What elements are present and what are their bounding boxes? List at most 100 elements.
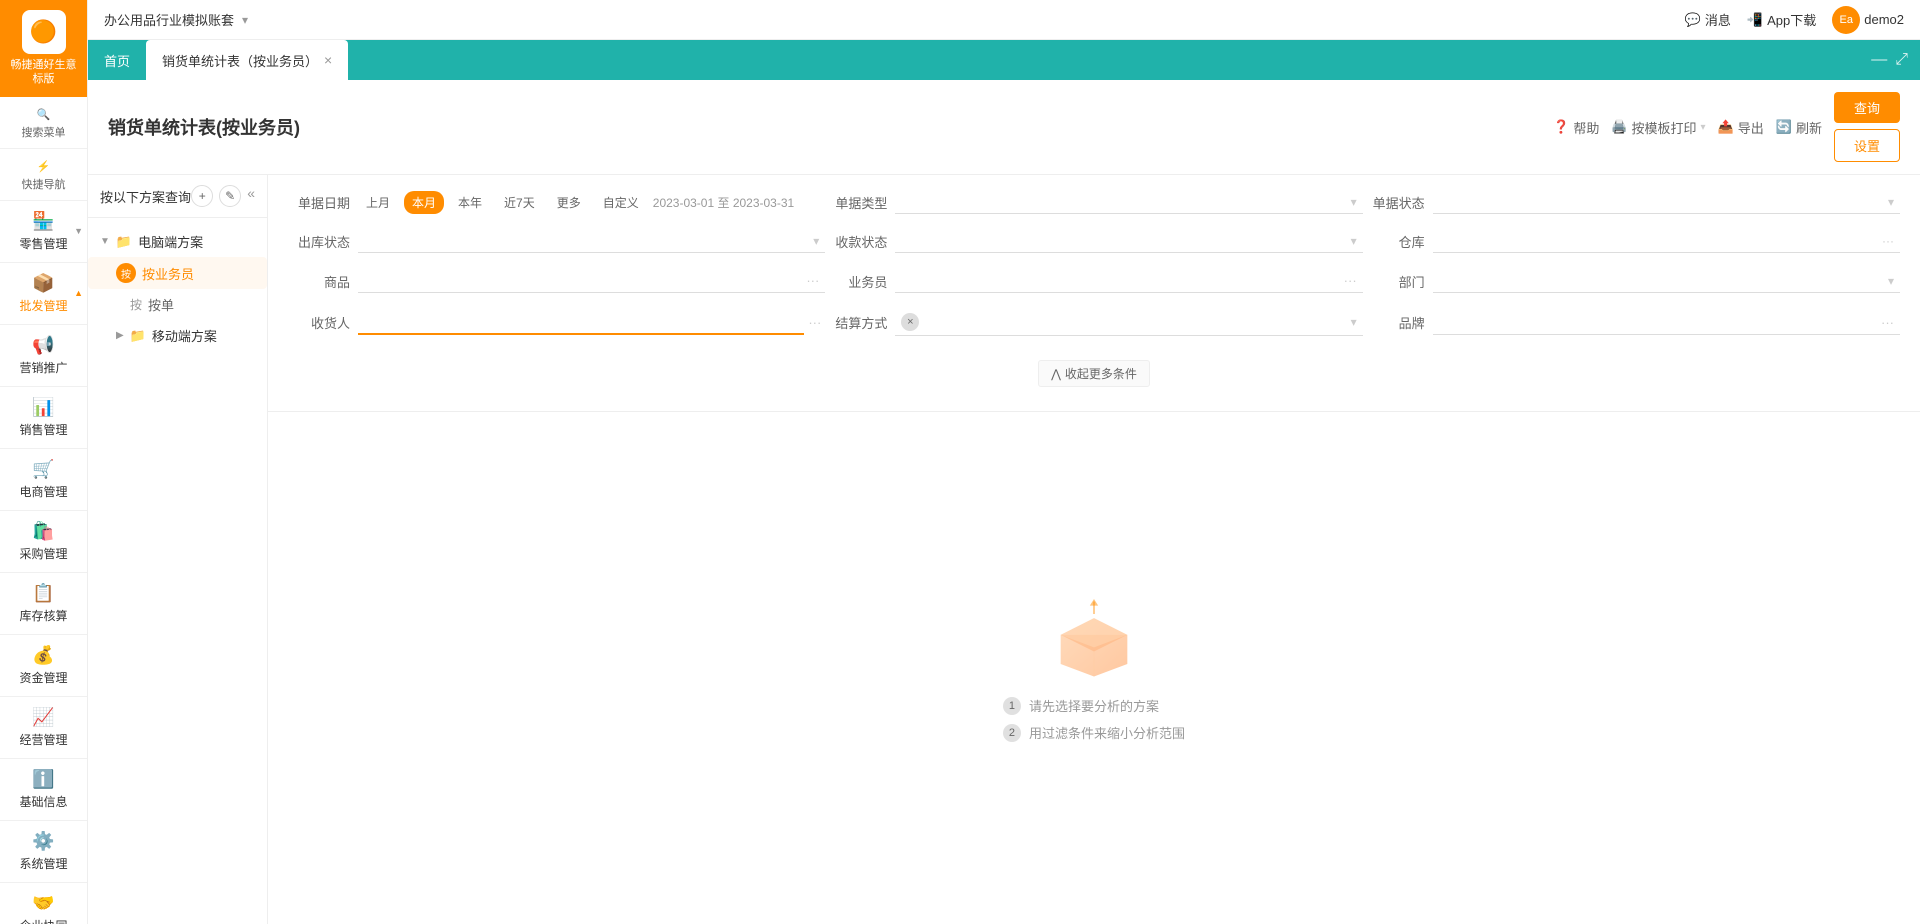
sidebar-item-retail[interactable]: 🏪 零售管理 ▼	[0, 201, 87, 263]
sidebar-item-purchase[interactable]: 🛍️ 采购管理	[0, 511, 87, 573]
date-btn-last-month[interactable]: 上月	[358, 191, 398, 214]
tab-minimize-icon[interactable]: —	[1871, 51, 1887, 69]
tree-expand-icon: ▼	[100, 236, 110, 247]
page-title: 销货单统计表(按业务员)	[108, 114, 300, 152]
topbar-dropdown-icon[interactable]: ▾	[242, 13, 248, 27]
receiver-dots[interactable]: ···	[804, 311, 825, 334]
message-btn[interactable]: 💬 消息	[1685, 10, 1731, 29]
filter-receiver: 收货人 ···	[288, 310, 825, 335]
tab-close-icon[interactable]: ×	[324, 52, 332, 68]
sidebar-item-marketing[interactable]: 📢 营销推广	[0, 325, 87, 387]
filter-goods: 商品 ···	[288, 269, 825, 293]
print-btn[interactable]: 🖨️ 按模板打印 ▾	[1611, 118, 1705, 137]
doc-status-select[interactable]: ▾	[1433, 191, 1900, 214]
doc-status-arrow: ▾	[1888, 195, 1894, 209]
tree-root-mobile[interactable]: ▶ 📁 移动端方案	[88, 320, 267, 351]
date-btn-last-7days[interactable]: 近7天	[496, 191, 543, 214]
page-header: 销货单统计表(按业务员) ❓ 帮助 🖨️ 按模板打印 ▾ 📤 导出 🔄 刷	[88, 80, 1920, 175]
date-label: 单据日期	[288, 193, 358, 212]
query-button[interactable]: 查询	[1834, 92, 1900, 123]
sidebar-item-shortcut[interactable]: ⚡ 快捷导航	[0, 149, 87, 201]
retail-icon: 🏪	[32, 211, 54, 232]
tree-child-by-salesperson[interactable]: 按 按业务员	[88, 257, 267, 289]
right-panel: 单据日期 上月 本月 本年 近7天 更多 自定义 2023-03-01 至 20…	[268, 175, 1920, 924]
left-panel-header: 按以下方案查询 + ✎ «	[88, 175, 267, 218]
print-arrow: ▾	[1701, 122, 1706, 133]
settlement-clear-btn[interactable]: ×	[901, 313, 919, 331]
refresh-btn[interactable]: 🔄 刷新	[1776, 118, 1822, 137]
search-icon: 🔍	[37, 108, 51, 121]
warehouse-select[interactable]: ···	[1433, 230, 1900, 253]
out-status-select[interactable]: ▾	[358, 230, 825, 253]
left-panel-tools: + ✎ «	[191, 185, 255, 207]
body-area: 按以下方案查询 + ✎ « ▼ 📁 电脑端方案 按 按业务员	[88, 175, 1920, 924]
tab-sales-report-label: 销货单统计表（按业务员）	[162, 51, 318, 70]
settlement-select[interactable]: × ▾	[895, 309, 1362, 336]
filter-settlement: 结算方式 × ▾	[825, 309, 1362, 336]
tab-maximize-icon[interactable]: ⤢	[1895, 51, 1908, 69]
topbar: 办公用品行业模拟账套 ▾ 💬 消息 📲 App下载 Ea demo2	[88, 0, 1920, 40]
settings-button[interactable]: 设置	[1834, 129, 1900, 162]
goods-label: 商品	[288, 272, 358, 291]
add-scheme-btn[interactable]: +	[191, 185, 213, 207]
empty-tip-1: 1 请先选择要分析的方案	[1003, 696, 1185, 715]
app-download-btn[interactable]: 📲 App下载	[1747, 10, 1816, 29]
collapse-btn-row: ⋀ 收起更多条件	[288, 352, 1900, 395]
collapse-more-conditions-btn[interactable]: ⋀ 收起更多条件	[1038, 360, 1150, 387]
goods-select[interactable]: ···	[358, 269, 825, 293]
payment-status-label: 收款状态	[825, 232, 895, 251]
tree-grandchild-by-order[interactable]: 按 按单	[88, 289, 267, 320]
tree-root-desktop[interactable]: ▼ 📁 电脑端方案	[88, 226, 267, 257]
sidebar-item-search[interactable]: 🔍 搜索菜单	[0, 97, 87, 149]
department-label: 部门	[1363, 272, 1433, 291]
receiver-label: 收货人	[288, 313, 358, 332]
collapse-panel-btn[interactable]: «	[247, 185, 255, 207]
date-btn-more[interactable]: 更多	[549, 191, 589, 214]
tab-home[interactable]: 首页	[88, 40, 146, 80]
sidebar-shortcut-label: 快捷导航	[22, 176, 66, 192]
left-panel-title: 按以下方案查询	[100, 187, 191, 206]
tip-num-1: 1	[1003, 697, 1021, 715]
receiver-input[interactable]	[358, 310, 804, 335]
date-btn-custom[interactable]: 自定义	[595, 191, 647, 214]
user-label: demo2	[1864, 12, 1904, 27]
operations-icon: 📈	[32, 707, 54, 728]
sidebar-item-enterprise[interactable]: 🤝 企业协同	[0, 883, 87, 924]
sidebar-logo: 🟠 畅捷通好生意标版	[0, 0, 87, 97]
help-icon: ❓	[1553, 119, 1569, 135]
doc-type-select[interactable]: ▾	[895, 191, 1362, 214]
date-btn-this-month[interactable]: 本月	[404, 191, 444, 214]
sidebar: 🟠 畅捷通好生意标版 🔍 搜索菜单 ⚡ 快捷导航 🏪 零售管理 ▼ 📦 批发管理…	[0, 0, 88, 924]
sales-icon: 📊	[32, 397, 54, 418]
sidebar-item-inventory[interactable]: 📋 库存核算	[0, 573, 87, 635]
sidebar-item-sales[interactable]: 📊 销售管理	[0, 387, 87, 449]
sidebar-item-system[interactable]: ⚙️ 系统管理	[0, 821, 87, 883]
salesperson-select[interactable]: ···	[895, 269, 1362, 293]
date-btn-this-year[interactable]: 本年	[450, 191, 490, 214]
brand-select[interactable]: ···	[1433, 311, 1900, 335]
tree-child-order-label: 按单	[148, 295, 174, 314]
logo-icon: 🟠	[22, 10, 66, 54]
sidebar-item-ecommerce[interactable]: 🛒 电商管理	[0, 449, 87, 511]
topbar-title: 办公用品行业模拟账套	[104, 10, 234, 29]
payment-status-select[interactable]: ▾	[895, 230, 1362, 253]
tree-child-salesperson-label: 按业务员	[142, 264, 194, 283]
sidebar-item-basic-info[interactable]: ℹ️ 基础信息	[0, 759, 87, 821]
user-profile-btn[interactable]: Ea demo2	[1832, 6, 1904, 34]
warehouse-label: 仓库	[1363, 232, 1433, 251]
export-btn[interactable]: 📤 导出	[1718, 118, 1764, 137]
system-icon: ⚙️	[32, 831, 54, 852]
settlement-arrow: ▾	[1351, 315, 1357, 329]
help-btn[interactable]: ❓ 帮助	[1553, 118, 1599, 137]
edit-scheme-btn[interactable]: ✎	[219, 185, 241, 207]
filter-area: 单据日期 上月 本月 本年 近7天 更多 自定义 2023-03-01 至 20…	[268, 175, 1920, 412]
tab-sales-report[interactable]: 销货单统计表（按业务员） ×	[146, 40, 348, 80]
sidebar-item-operations[interactable]: 📈 经营管理	[0, 697, 87, 759]
sidebar-item-wholesale[interactable]: 📦 批发管理 ▲	[0, 263, 87, 325]
department-select[interactable]: ▾	[1433, 270, 1900, 293]
sidebar-item-finance[interactable]: 💰 资金管理	[0, 635, 87, 697]
topbar-right: 💬 消息 📲 App下载 Ea demo2	[1685, 6, 1904, 34]
finance-icon: 💰	[32, 645, 54, 666]
collapse-icon: ⋀	[1051, 367, 1061, 381]
filter-department: 部门 ▾	[1363, 270, 1900, 293]
